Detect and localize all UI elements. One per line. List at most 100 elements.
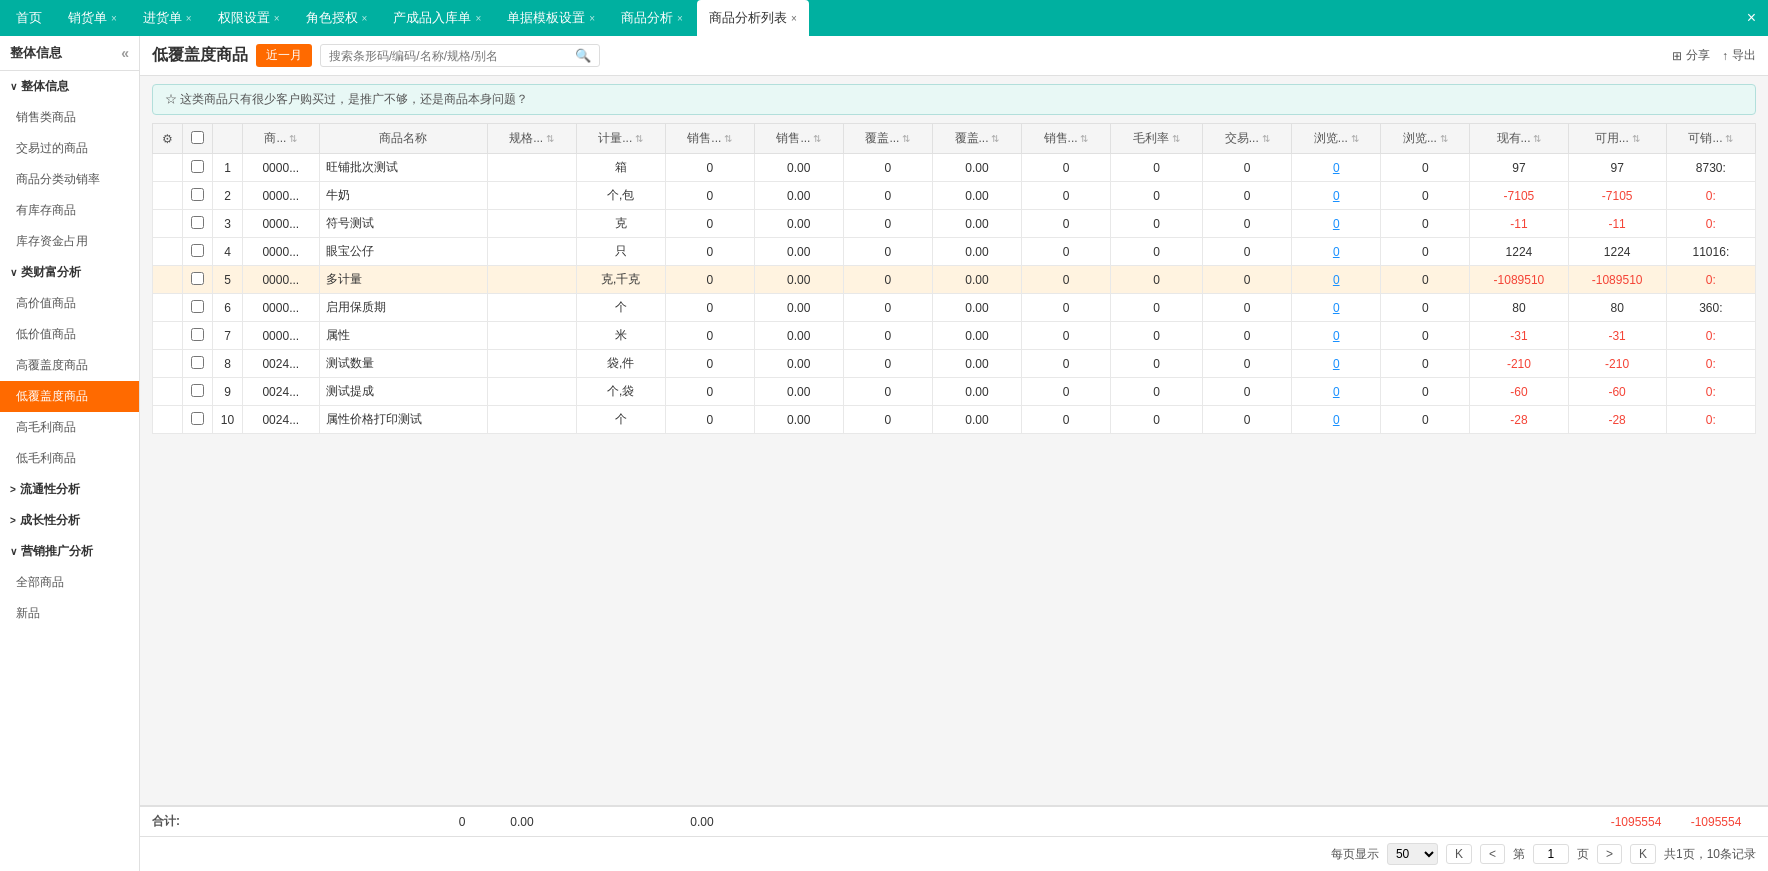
row-checkbox[interactable] <box>191 216 204 229</box>
cell-browse1[interactable]: 0 <box>1292 238 1381 266</box>
cell-check[interactable] <box>183 322 213 350</box>
th-sales1[interactable]: 销售... <box>665 124 754 154</box>
nav-close-roles[interactable]: × <box>362 13 368 24</box>
nav-item-finished-goods[interactable]: 产成品入库单 × <box>381 0 493 36</box>
nav-item-product-analysis-list[interactable]: 商品分析列表 × <box>697 0 809 36</box>
cell-browse1[interactable]: 0 <box>1292 182 1381 210</box>
th-cover1[interactable]: 覆盖... <box>843 124 932 154</box>
search-icon[interactable]: 🔍 <box>575 48 591 63</box>
sidebar-item-stocked-goods[interactable]: 有库存商品 <box>0 195 139 226</box>
cell-check[interactable] <box>183 238 213 266</box>
th-browse1[interactable]: 浏览... <box>1292 124 1381 154</box>
sidebar-item-sales-goods[interactable]: 销售类商品 <box>0 102 139 133</box>
sidebar-group-marketing[interactable]: ∨ 营销推广分析 <box>0 536 139 567</box>
first-page-button[interactable]: K <box>1446 844 1472 864</box>
nav-close-product-analysis-list[interactable]: × <box>791 13 797 24</box>
cell-spec <box>487 350 576 378</box>
th-spec[interactable]: 规格... <box>487 124 576 154</box>
row-checkbox[interactable] <box>191 356 204 369</box>
cell-browse1[interactable]: 0 <box>1292 294 1381 322</box>
nav-close-finished-goods[interactable]: × <box>475 13 481 24</box>
row-checkbox[interactable] <box>191 244 204 257</box>
select-all-checkbox[interactable] <box>191 131 204 144</box>
nav-item-home[interactable]: 首页 <box>4 0 54 36</box>
sidebar-collapse-button[interactable]: « <box>121 45 129 61</box>
th-check[interactable] <box>183 124 213 154</box>
cell-check[interactable] <box>183 154 213 182</box>
sidebar-group-growth[interactable]: > 成长性分析 <box>0 505 139 536</box>
th-cover2[interactable]: 覆盖... <box>932 124 1021 154</box>
sidebar-item-low-profit[interactable]: 低毛利商品 <box>0 443 139 474</box>
nav-item-product-analysis[interactable]: 商品分析 × <box>609 0 695 36</box>
cell-browse1[interactable]: 0 <box>1292 210 1381 238</box>
cell-check[interactable] <box>183 266 213 294</box>
row-checkbox[interactable] <box>191 272 204 285</box>
cell-check[interactable] <box>183 406 213 434</box>
export-button[interactable]: ↑ 导出 <box>1722 47 1756 64</box>
th-code[interactable]: 商... <box>243 124 320 154</box>
table-wrapper[interactable]: ⚙ 商... 商品名称 规格... 计量... 销售... 销售... 覆盖..… <box>140 115 1768 805</box>
cell-check[interactable] <box>183 294 213 322</box>
nav-item-roles[interactable]: 角色授权 × <box>294 0 380 36</box>
nav-close-purchase[interactable]: × <box>186 13 192 24</box>
row-checkbox[interactable] <box>191 328 204 341</box>
th-saleable[interactable]: 可销... <box>1666 124 1755 154</box>
sidebar-item-low-value[interactable]: 低价值商品 <box>0 319 139 350</box>
sidebar-item-inventory-capital[interactable]: 库存资金占用 <box>0 226 139 257</box>
th-sales2[interactable]: 销售... <box>754 124 843 154</box>
th-available[interactable]: 可用... <box>1568 124 1666 154</box>
nav-close-template[interactable]: × <box>589 13 595 24</box>
nav-item-purchase[interactable]: 进货单 × <box>131 0 204 36</box>
page-size-select[interactable]: 50 100 200 <box>1387 843 1438 865</box>
nav-item-permissions[interactable]: 权限设置 × <box>206 0 292 36</box>
th-current[interactable]: 现有... <box>1470 124 1568 154</box>
sidebar-group-overall[interactable]: ∨ 整体信息 <box>0 71 139 102</box>
cell-check[interactable] <box>183 350 213 378</box>
page-number-input[interactable] <box>1533 844 1569 864</box>
sidebar-group-wealth[interactable]: ∨ 类财富分析 <box>0 257 139 288</box>
next-page-button[interactable]: > <box>1597 844 1622 864</box>
sidebar-group-liquidity[interactable]: > 流通性分析 <box>0 474 139 505</box>
th-gross-rate[interactable]: 毛利率 <box>1111 124 1203 154</box>
th-sales3[interactable]: 销售... <box>1021 124 1110 154</box>
cell-browse1[interactable]: 0 <box>1292 154 1381 182</box>
share-button[interactable]: ⊞ 分享 <box>1672 47 1710 64</box>
content-area: 低覆盖度商品 近一月 🔍 ⊞ 分享 ↑ 导出 ☆ 这类商品只有很少客户购买过，是… <box>140 36 1768 871</box>
th-unit[interactable]: 计量... <box>576 124 665 154</box>
nav-close-permissions[interactable]: × <box>274 13 280 24</box>
cell-check[interactable] <box>183 378 213 406</box>
th-settings[interactable]: ⚙ <box>153 124 183 154</box>
last-page-button[interactable]: K <box>1630 844 1656 864</box>
cell-browse1[interactable]: 0 <box>1292 350 1381 378</box>
sidebar-item-low-coverage[interactable]: 低覆盖度商品 <box>0 381 139 412</box>
th-trade[interactable]: 交易... <box>1203 124 1292 154</box>
sidebar-item-traded-goods[interactable]: 交易过的商品 <box>0 133 139 164</box>
date-filter-button[interactable]: 近一月 <box>256 44 312 67</box>
nav-close-product-analysis[interactable]: × <box>677 13 683 24</box>
row-checkbox[interactable] <box>191 188 204 201</box>
prev-page-button[interactable]: < <box>1480 844 1505 864</box>
sidebar-item-new-goods[interactable]: 新品 <box>0 598 139 629</box>
sidebar-item-all-goods[interactable]: 全部商品 <box>0 567 139 598</box>
sidebar-item-high-coverage[interactable]: 高覆盖度商品 <box>0 350 139 381</box>
cell-check[interactable] <box>183 210 213 238</box>
cell-trade: 0 <box>1203 378 1292 406</box>
row-checkbox[interactable] <box>191 384 204 397</box>
cell-browse1[interactable]: 0 <box>1292 406 1381 434</box>
cell-check[interactable] <box>183 182 213 210</box>
close-all-button[interactable]: × <box>1739 5 1764 31</box>
cell-browse1[interactable]: 0 <box>1292 378 1381 406</box>
nav-close-sales[interactable]: × <box>111 13 117 24</box>
cell-browse1[interactable]: 0 <box>1292 322 1381 350</box>
cell-browse1[interactable]: 0 <box>1292 266 1381 294</box>
row-checkbox[interactable] <box>191 300 204 313</box>
row-checkbox[interactable] <box>191 160 204 173</box>
search-input[interactable] <box>329 49 575 63</box>
sidebar-item-high-value[interactable]: 高价值商品 <box>0 288 139 319</box>
th-browse2[interactable]: 浏览... <box>1381 124 1470 154</box>
row-checkbox[interactable] <box>191 412 204 425</box>
nav-item-template[interactable]: 单据模板设置 × <box>495 0 607 36</box>
nav-item-sales[interactable]: 销货单 × <box>56 0 129 36</box>
sidebar-item-category-rate[interactable]: 商品分类动销率 <box>0 164 139 195</box>
sidebar-item-high-profit[interactable]: 高毛利商品 <box>0 412 139 443</box>
